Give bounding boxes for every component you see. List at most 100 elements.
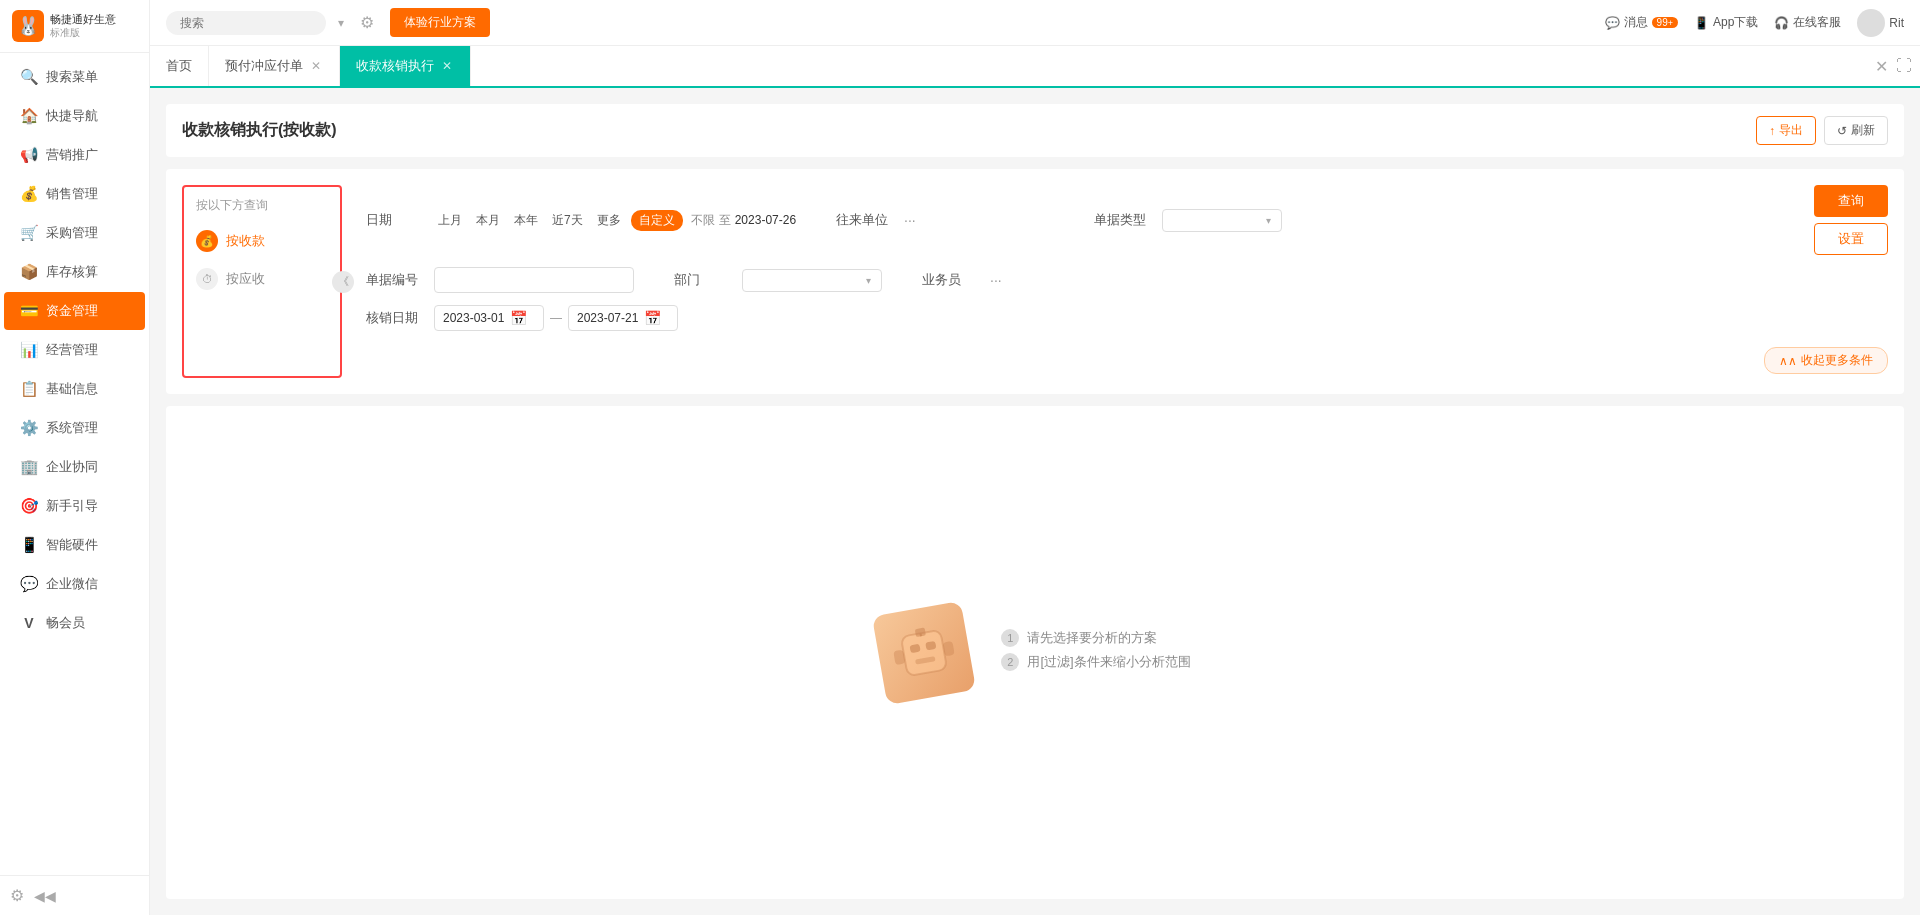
date-btn-custom[interactable]: 自定义 [631, 210, 683, 231]
filter-row-3: 核销日期 2023-03-01 📅 — 2023-07-21 📅 [366, 305, 1888, 331]
sidebar-item-enterprise[interactable]: 🏢 企业协同 [4, 448, 145, 486]
bill-no-label: 单据编号 [366, 271, 426, 289]
verify-date-label: 核销日期 [366, 309, 426, 327]
sidebar-label-inventory: 库存核算 [46, 263, 98, 281]
date-btn-this-month[interactable]: 本月 [472, 210, 504, 231]
logo-icon: 🐰 [12, 10, 44, 42]
export-icon: ↑ [1769, 124, 1775, 138]
avatar [1857, 9, 1885, 37]
receivable-icon: ⏱ [196, 268, 218, 290]
member-icon: V [20, 615, 38, 631]
collapse-sidebar-icon[interactable]: ◀◀ [34, 888, 56, 904]
sidebar-item-hardware[interactable]: 📱 智能硬件 [4, 526, 145, 564]
date-btn-this-year[interactable]: 本年 [510, 210, 542, 231]
tab-prepay[interactable]: 预付冲应付单 ✕ [209, 46, 340, 86]
sidebar-item-search-menu[interactable]: 🔍 搜索菜单 [4, 58, 145, 96]
partner-filter-group: 往来单位 ··· [836, 211, 1054, 229]
page-titlebar: 收款核销执行(按收款) ↑ 导出 ↺ 刷新 [166, 104, 1904, 157]
dept-select[interactable]: ▾ [742, 269, 882, 292]
quick-nav-icon: 🏠 [20, 107, 38, 125]
export-button[interactable]: ↑ 导出 [1756, 116, 1816, 145]
sidebar-label-quick-nav: 快捷导航 [46, 107, 98, 125]
date-btn-7days[interactable]: 近7天 [548, 210, 587, 231]
dept-label: 部门 [674, 271, 734, 289]
sidebar-label-member: 畅会员 [46, 614, 85, 632]
marketing-icon: 📢 [20, 146, 38, 164]
sidebar-item-basic[interactable]: 📋 基础信息 [4, 370, 145, 408]
sidebar-item-finance[interactable]: 💳 资金管理 [4, 292, 145, 330]
sidebar-item-quick-nav[interactable]: 🏠 快捷导航 [4, 97, 145, 135]
sidebar-item-wechat[interactable]: 💬 企业微信 [4, 565, 145, 603]
tab-close-all-icon[interactable]: ✕ [1875, 57, 1888, 76]
sidebar-item-purchase[interactable]: 🛒 采购管理 [4, 214, 145, 252]
bill-type-filter-group: 单据类型 ▾ [1094, 209, 1282, 232]
tab-home-label: 首页 [166, 57, 192, 75]
verify-date-start-input[interactable]: 2023-03-01 📅 [434, 305, 544, 331]
sidebar-label-guide: 新手引导 [46, 497, 98, 515]
app-logo: 🐰 畅捷通好生意 标准版 [0, 0, 149, 53]
partner-dots[interactable]: ··· [904, 212, 916, 228]
user-info[interactable]: Rit [1857, 9, 1904, 37]
empty-text: 1 请先选择要分析的方案 2 用[过滤]条件来缩小分析范围 [1001, 629, 1190, 677]
tab-prepay-close[interactable]: ✕ [309, 57, 323, 75]
app-download-label: App下载 [1713, 14, 1758, 31]
empty-hint-1: 1 请先选择要分析的方案 [1001, 629, 1190, 647]
search-input[interactable] [166, 11, 326, 35]
sidebar-item-sales[interactable]: 💰 销售管理 [4, 175, 145, 213]
dept-group: 部门 ▾ [674, 269, 882, 292]
sidebar-label-hardware: 智能硬件 [46, 536, 98, 554]
date-btn-more[interactable]: 更多 [593, 210, 625, 231]
collapse-more-button[interactable]: ∧∧ 收起更多条件 [1764, 347, 1888, 374]
purchase-icon: 🛒 [20, 224, 38, 242]
service-icon: 🎧 [1774, 16, 1789, 30]
sidebar-item-guide[interactable]: 🎯 新手引导 [4, 487, 145, 525]
bill-type-select[interactable]: ▾ [1162, 209, 1282, 232]
filter-option1-label: 按收款 [226, 232, 265, 250]
empty-hint-2: 2 用[过滤]条件来缩小分析范围 [1001, 653, 1190, 671]
verify-date-end-input[interactable]: 2023-07-21 📅 [568, 305, 678, 331]
staff-dots[interactable]: ··· [990, 272, 1002, 288]
sidebar-item-inventory[interactable]: 📦 库存核算 [4, 253, 145, 291]
chevron-down-icon[interactable]: ▾ [338, 16, 344, 30]
tab-prepay-label: 预付冲应付单 [225, 57, 303, 75]
message-item[interactable]: 💬 消息 99+ [1605, 14, 1678, 31]
calendar-start-icon[interactable]: 📅 [510, 310, 527, 326]
industry-btn[interactable]: 体验行业方案 [390, 8, 490, 37]
filter-sidebar-title: 按以下方查询 [184, 197, 340, 222]
filter-option-by-receipt[interactable]: 💰 按收款 [184, 222, 340, 260]
filter-settings-button[interactable]: 设置 [1814, 223, 1888, 255]
calendar-end-icon[interactable]: 📅 [644, 310, 661, 326]
date-btn-last-month[interactable]: 上月 [434, 210, 466, 231]
inventory-icon: 📦 [20, 263, 38, 281]
refresh-button[interactable]: ↺ 刷新 [1824, 116, 1888, 145]
date-to-value: 2023-07-26 [735, 213, 796, 227]
svg-line-5 [921, 633, 922, 636]
app-download-item[interactable]: 📱 App下载 [1694, 14, 1758, 31]
bill-no-input[interactable] [434, 267, 634, 293]
sidebar-item-marketing[interactable]: 📢 营销推广 [4, 136, 145, 174]
action-buttons: 查询 设置 [1814, 185, 1888, 255]
tab-collection-close[interactable]: ✕ [440, 57, 454, 75]
settings-bottom-icon[interactable]: ⚙ [10, 886, 24, 905]
filter-option2-label: 按应收 [226, 270, 265, 288]
sidebar-item-member[interactable]: V 畅会员 [4, 604, 145, 642]
query-button[interactable]: 查询 [1814, 185, 1888, 217]
sidebar-label-search-menu: 搜索菜单 [46, 68, 98, 86]
tab-expand-icon[interactable]: ⛶ [1896, 57, 1912, 75]
filter-collapse-button[interactable]: 《 [332, 271, 354, 293]
settings-icon[interactable]: ⚙ [360, 13, 374, 32]
sidebar-item-system[interactable]: ⚙️ 系统管理 [4, 409, 145, 447]
sidebar-item-operation[interactable]: 📊 经营管理 [4, 331, 145, 369]
hardware-icon: 📱 [20, 536, 38, 554]
tab-collection[interactable]: 收款核销执行 ✕ [340, 46, 471, 86]
sidebar-label-operation: 经营管理 [46, 341, 98, 359]
basic-icon: 📋 [20, 380, 38, 398]
online-service-item[interactable]: 🎧 在线客服 [1774, 14, 1841, 31]
sidebar-label-marketing: 营销推广 [46, 146, 98, 164]
topbar: ▾ ⚙ 体验行业方案 💬 消息 99+ 📱 App下载 🎧 在线客服 Rit [150, 0, 1920, 46]
topbar-right: 💬 消息 99+ 📱 App下载 🎧 在线客服 Rit [1605, 9, 1904, 37]
refresh-icon: ↺ [1837, 124, 1847, 138]
filter-option-by-receivable[interactable]: ⏱ 按应收 [184, 260, 340, 298]
badge-count: 99 [1657, 17, 1668, 28]
tab-home[interactable]: 首页 [150, 46, 209, 86]
